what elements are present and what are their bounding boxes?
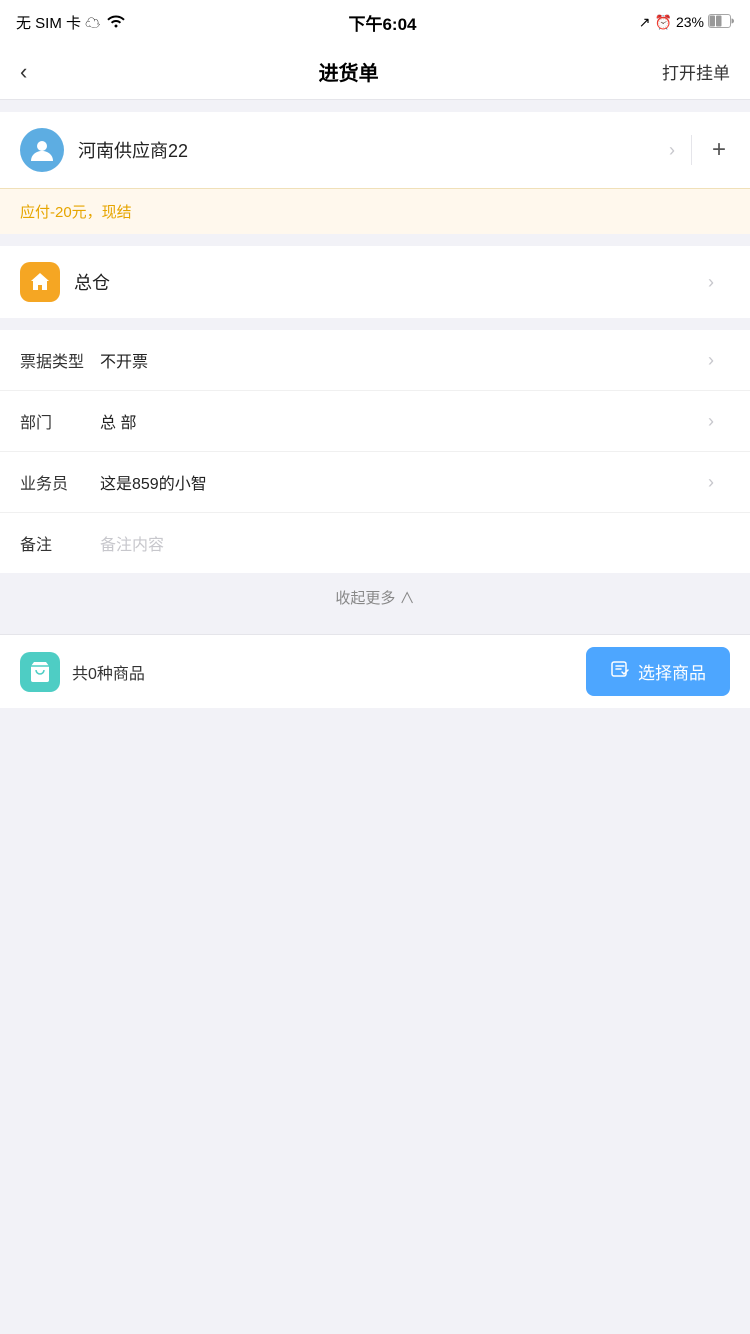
- select-product-icon: [610, 659, 630, 684]
- form-section: 票据类型 不开票 › 部门 总 部 › 业务员 这是859的小智 › 备注 备注…: [0, 330, 750, 573]
- status-bar: 无 SIM 卡 ☁ 下午6:04 ↗ ⏰ 23%: [0, 0, 750, 44]
- product-count: 共0种商品: [72, 660, 586, 684]
- add-supplier-button[interactable]: +: [708, 132, 730, 168]
- wifi-icon: [106, 12, 126, 32]
- dept-label: 部门: [20, 409, 100, 433]
- sales-row[interactable]: 业务员 这是859的小智 ›: [0, 451, 750, 512]
- battery-icon: [708, 14, 734, 31]
- back-button[interactable]: ‹: [20, 55, 35, 89]
- notice-text: 应付-20元，现结: [20, 204, 132, 221]
- product-icon: [20, 652, 60, 692]
- select-product-button[interactable]: 选择商品: [586, 647, 730, 696]
- sales-chevron-icon: ›: [708, 472, 714, 493]
- warehouse-row[interactable]: 总仓 ›: [0, 246, 750, 318]
- dept-chevron-icon: ›: [708, 411, 714, 432]
- gap-3: [0, 318, 750, 330]
- dept-value: 总 部: [100, 409, 708, 433]
- note-placeholder[interactable]: 备注内容: [100, 531, 730, 555]
- gap-1: [0, 100, 750, 112]
- select-product-label: 选择商品: [638, 659, 706, 684]
- note-label: 备注: [20, 531, 100, 555]
- battery-label: 23%: [676, 14, 704, 30]
- page-title: 进货单: [319, 57, 379, 86]
- invoice-label: 票据类型: [20, 348, 100, 372]
- alarm-icon: ⏰: [655, 14, 672, 31]
- warehouse-section: 总仓 ›: [0, 246, 750, 318]
- note-row[interactable]: 备注 备注内容: [0, 512, 750, 573]
- status-left: 无 SIM 卡 ☁: [16, 12, 126, 33]
- supplier-divider: [691, 135, 692, 165]
- supplier-avatar: [20, 128, 64, 172]
- warehouse-chevron-icon: ›: [708, 272, 714, 293]
- bottom-bar: 共0种商品 选择商品: [0, 634, 750, 708]
- supplier-section: 河南供应商22 › + 应付-20元，现结: [0, 112, 750, 234]
- supplier-chevron-icon: ›: [669, 140, 675, 161]
- collapse-row[interactable]: 收起更多 ∧: [0, 573, 750, 622]
- status-time: 下午6:04: [348, 10, 416, 35]
- warehouse-name: 总仓: [74, 269, 708, 295]
- sales-value: 这是859的小智: [100, 470, 708, 494]
- notice-bar: 应付-20元，现结: [0, 188, 750, 234]
- sim-label: 无 SIM 卡 ☁: [16, 12, 100, 33]
- location-icon: ↗: [639, 14, 651, 31]
- gap-2: [0, 234, 750, 246]
- status-right: ↗ ⏰ 23%: [639, 14, 734, 31]
- background-fill: [0, 708, 750, 1008]
- sales-label: 业务员: [20, 470, 100, 494]
- invoice-value: 不开票: [100, 348, 708, 372]
- open-pending-button[interactable]: 打开挂单: [662, 59, 730, 84]
- warehouse-icon: [20, 262, 60, 302]
- invoice-row[interactable]: 票据类型 不开票 ›: [0, 330, 750, 390]
- invoice-chevron-icon: ›: [708, 350, 714, 371]
- supplier-name[interactable]: 河南供应商22: [78, 137, 669, 163]
- dept-row[interactable]: 部门 总 部 ›: [0, 390, 750, 451]
- collapse-label: 收起更多 ∧: [335, 590, 414, 607]
- supplier-row: 河南供应商22 › +: [0, 112, 750, 188]
- nav-bar: ‹ 进货单 打开挂单: [0, 44, 750, 100]
- gap-4: [0, 622, 750, 634]
